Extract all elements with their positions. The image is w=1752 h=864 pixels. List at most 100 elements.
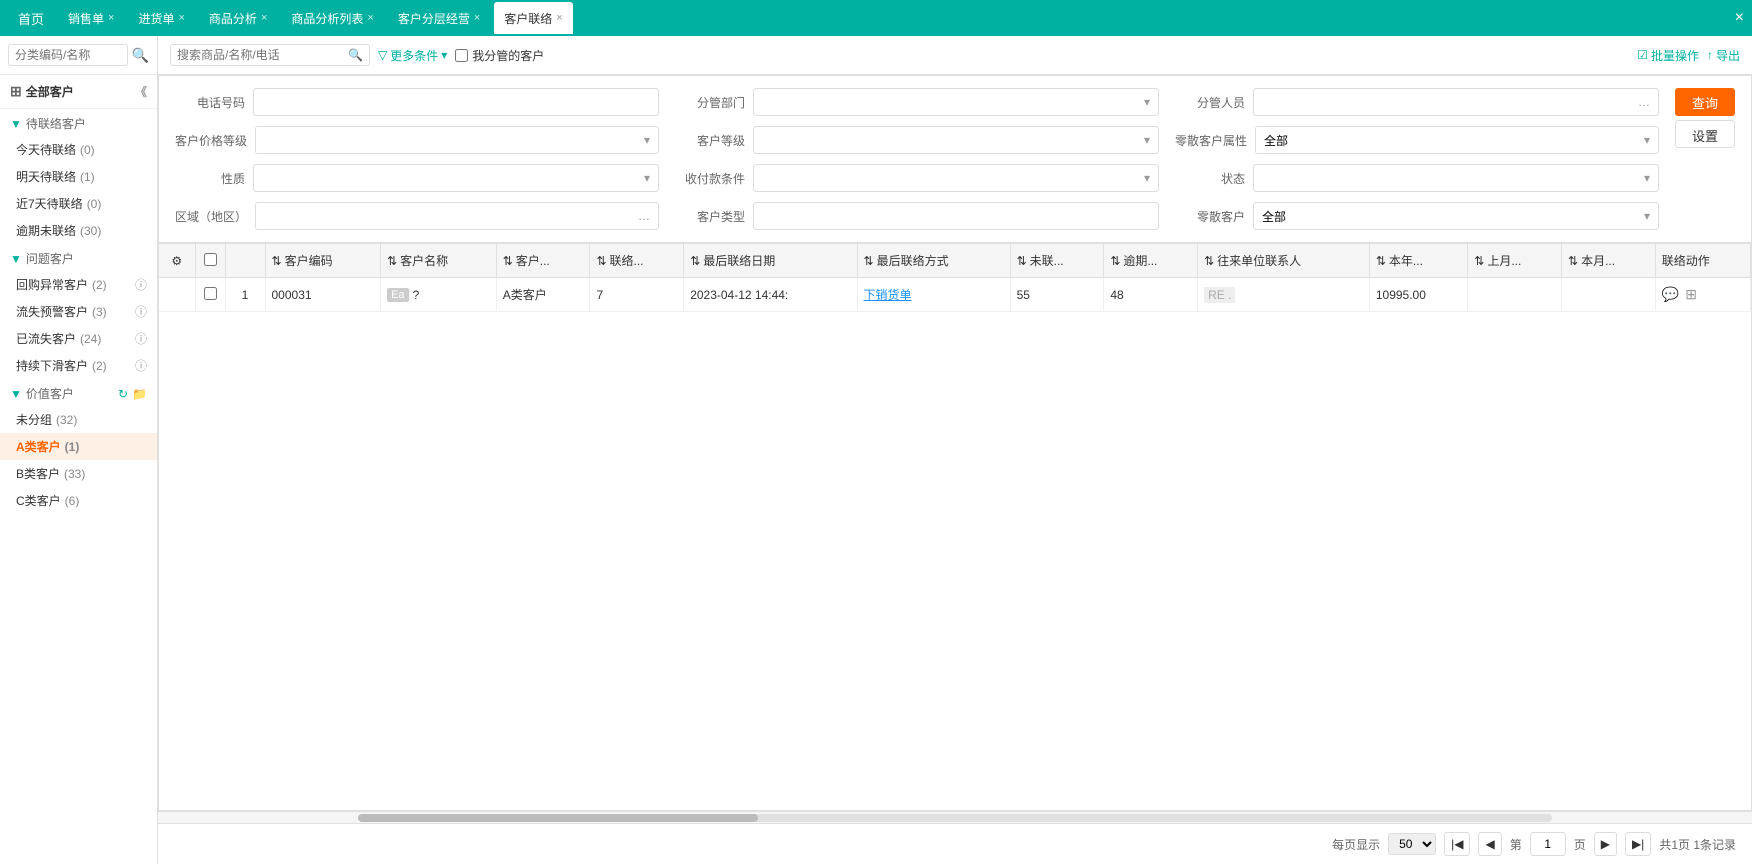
info-icon-1: ⓘ xyxy=(135,303,147,320)
sort-icon-code: ⇅ xyxy=(272,254,282,268)
query-btn[interactable]: 查询 xyxy=(1675,88,1735,116)
sidebar-item-overdue[interactable]: 逾期未联络 (30) xyxy=(0,217,157,244)
retail-attr-select[interactable]: 全部 ▾ xyxy=(1255,126,1659,154)
pending-arrow: ▼ xyxy=(10,117,22,131)
sidebar-search-input[interactable] xyxy=(8,44,128,66)
nav-home[interactable]: 首页 xyxy=(8,2,54,34)
my-customers-checkbox[interactable] xyxy=(455,49,468,62)
sidebar-item-7days[interactable]: 近7天待联络 (0) xyxy=(0,190,157,217)
sort-icon-method: ⇅ xyxy=(864,254,874,268)
more-icon[interactable]: ⊞ xyxy=(1685,286,1697,303)
filter-phone: 电话号码 xyxy=(175,88,659,116)
td-last-month xyxy=(1468,278,1562,312)
sidebar-item-warning[interactable]: 流失预警客户 (3) ⓘ xyxy=(0,298,157,325)
sidebar-item-abnormal[interactable]: 回购异常客户 (2) ⓘ xyxy=(0,271,157,298)
scrollbar-thumb[interactable] xyxy=(358,814,758,822)
nature-select[interactable]: ▾ xyxy=(253,164,659,192)
batch-op-btn[interactable]: ☑ 批量操作 xyxy=(1637,47,1699,64)
status-select[interactable]: ▾ xyxy=(1253,164,1659,192)
sidebar-search-icon[interactable]: 🔍 xyxy=(132,47,149,64)
th-no-contact[interactable]: ⇅ 未联... xyxy=(1010,244,1104,278)
sidebar-item-lost[interactable]: 已流失客户 (24) ⓘ xyxy=(0,325,157,352)
sidebar-item-a-class[interactable]: A类客户 (1) xyxy=(0,433,157,460)
customer-grade-select[interactable]: ▾ xyxy=(753,126,1159,154)
price-grade-select[interactable]: ▾ xyxy=(255,126,659,154)
export-btn[interactable]: ↑ 导出 xyxy=(1707,47,1740,64)
nav-tab-2[interactable]: 商品分析 × xyxy=(199,2,277,34)
th-this-month[interactable]: ⇅ 本月... xyxy=(1562,244,1656,278)
td-code: 000031 xyxy=(265,278,381,312)
refresh-icon[interactable]: ↻ xyxy=(118,387,128,401)
th-settings[interactable]: ⚙ xyxy=(159,244,195,278)
th-last-date[interactable]: ⇅ 最后联络日期 xyxy=(684,244,857,278)
th-code[interactable]: ⇅ 客户编码 xyxy=(265,244,381,278)
sidebar-item-unclassified[interactable]: 未分组 (32) xyxy=(0,406,157,433)
nav-close-3[interactable]: × xyxy=(367,12,373,24)
sidebar-item-tomorrow[interactable]: 明天待联络 (1) xyxy=(0,163,157,190)
select-all-checkbox[interactable] xyxy=(204,253,217,266)
last-page-btn[interactable]: ▶| xyxy=(1625,832,1651,856)
th-last-method[interactable]: ⇅ 最后联络方式 xyxy=(857,244,1010,278)
setting-btn[interactable]: 设置 xyxy=(1675,120,1735,148)
td-last-method[interactable]: 下销货单 xyxy=(857,278,1010,312)
th-check[interactable] xyxy=(195,244,225,278)
nav-tab-0[interactable]: 销售单 × xyxy=(58,2,124,34)
th-type[interactable]: ⇅ 客户... xyxy=(496,244,590,278)
last-method-link[interactable]: 下销货单 xyxy=(864,288,912,302)
nav-close-0[interactable]: × xyxy=(108,12,114,24)
nav-close-main[interactable]: × xyxy=(1735,9,1744,27)
contact-icon[interactable]: 💬 xyxy=(1662,286,1679,303)
first-page-btn[interactable]: |◀ xyxy=(1444,832,1470,856)
table-row: 1 000031 Ea ? A类客户 7 2023-04-12 14:44: xyxy=(159,278,1751,312)
row-checkbox[interactable] xyxy=(204,287,217,300)
customer-table: ⚙ ⇅ 客户编码 xyxy=(159,244,1751,312)
export-icon: ↑ xyxy=(1707,48,1713,62)
payment-select[interactable]: ▾ xyxy=(753,164,1159,192)
nav-tab-5[interactable]: 客户联络 × xyxy=(494,2,572,34)
region-select[interactable]: … xyxy=(255,202,659,230)
th-unit-contact[interactable]: ⇅ 往来单位联系人 xyxy=(1198,244,1370,278)
th-name[interactable]: ⇅ 客户名称 xyxy=(381,244,497,278)
region-dots: … xyxy=(638,209,650,223)
toolbar-right: ☑ 批量操作 ↑ 导出 xyxy=(1637,47,1740,64)
page-num-input[interactable] xyxy=(1530,832,1566,856)
nav-tab-3[interactable]: 商品分析列表 × xyxy=(281,2,383,34)
folder-icon[interactable]: 📁 xyxy=(132,387,147,401)
search-icon[interactable]: 🔍 xyxy=(348,48,363,62)
td-unit-contact: RE . xyxy=(1198,278,1370,312)
main-layout: 🔍 ⊞ 全部客户 《 ▼ 待联络客户 今天待联络 (0) 明天待联络 (1) 近… xyxy=(0,36,1752,864)
sidebar-search-container: 🔍 xyxy=(0,36,157,75)
page-size-select[interactable]: 50 xyxy=(1388,833,1436,855)
nav-close-4[interactable]: × xyxy=(474,12,480,24)
settings-icon[interactable]: ⚙ xyxy=(171,254,182,268)
sidebar-item-today[interactable]: 今天待联络 (0) xyxy=(0,136,157,163)
th-this-year[interactable]: ⇅ 本年... xyxy=(1369,244,1467,278)
search-input[interactable] xyxy=(177,48,344,62)
nav-close-5[interactable]: × xyxy=(556,12,562,24)
retail-customer-select[interactable]: 全部 ▾ xyxy=(1253,202,1659,230)
th-overdue[interactable]: ⇅ 逾期... xyxy=(1104,244,1198,278)
next-page-btn[interactable]: ▶ xyxy=(1594,832,1617,856)
sidebar-item-b-class[interactable]: B类客户 (33) xyxy=(0,460,157,487)
td-check[interactable] xyxy=(195,278,225,312)
th-contact[interactable]: ⇅ 联络... xyxy=(590,244,684,278)
dept-select[interactable]: ▾ xyxy=(753,88,1159,116)
retail-customer-arrow: ▾ xyxy=(1644,209,1650,223)
customer-type-select[interactable] xyxy=(753,202,1159,230)
filter-more-btn[interactable]: ▽ 更多条件 ▾ xyxy=(378,47,447,64)
th-last-month[interactable]: ⇅ 上月... xyxy=(1468,244,1562,278)
prev-page-btn[interactable]: ◀ xyxy=(1478,832,1501,856)
nav-close-2[interactable]: × xyxy=(261,12,267,24)
sidebar-item-declining[interactable]: 持续下滑客户 (2) ⓘ xyxy=(0,352,157,379)
pending-contact-section: ▼ 待联络客户 xyxy=(0,109,157,136)
nav-tab-1[interactable]: 进货单 × xyxy=(128,2,194,34)
all-customers-item[interactable]: ⊞ 全部客户 《 xyxy=(0,75,157,109)
nav-close-1[interactable]: × xyxy=(178,12,184,24)
my-customers-checkbox-label[interactable]: 我分管的客户 xyxy=(455,47,544,64)
horizontal-scrollbar[interactable] xyxy=(158,811,1752,823)
top-nav: 首页 销售单 × 进货单 × 商品分析 × 商品分析列表 × 客户分层经营 × … xyxy=(0,0,1752,36)
phone-input[interactable] xyxy=(253,88,659,116)
person-select[interactable]: … xyxy=(1253,88,1659,116)
nav-tab-4[interactable]: 客户分层经营 × xyxy=(388,2,490,34)
sidebar-item-c-class[interactable]: C类客户 (6) xyxy=(0,487,157,514)
